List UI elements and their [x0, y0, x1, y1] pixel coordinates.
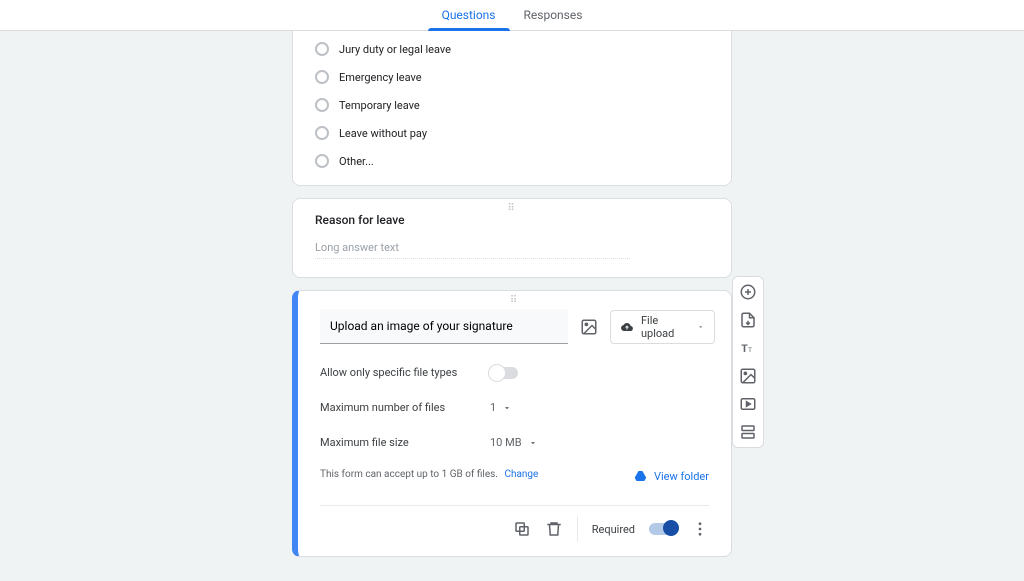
question-title: Reason for leave: [315, 213, 709, 227]
max-files-select[interactable]: 1: [490, 401, 512, 414]
tab-bar: Questions Responses: [0, 0, 1024, 31]
radio-label: Temporary leave: [339, 99, 420, 112]
view-folder-link[interactable]: View folder: [634, 469, 709, 483]
question-type-label: File upload: [641, 314, 681, 340]
add-image-icon[interactable]: [580, 317, 598, 337]
question-card-leave-type: Jury duty or legal leave Emergency leave T…: [292, 31, 732, 186]
add-title-button[interactable]: TT: [739, 339, 757, 357]
question-card-reason[interactable]: ⠿ Reason for leave Long answer text: [292, 198, 732, 278]
setting-max-size: Maximum file size 10 MB: [320, 436, 709, 449]
radio-label: Leave without pay: [339, 127, 427, 140]
setting-label: Maximum number of files: [320, 401, 490, 414]
radio-icon: [315, 42, 329, 56]
max-size-value: 10 MB: [490, 436, 522, 449]
required-label: Required: [592, 523, 635, 536]
radio-option[interactable]: Emergency leave: [315, 63, 709, 91]
add-image-button[interactable]: [739, 367, 757, 385]
drive-icon: [634, 469, 648, 483]
question-footer: Required: [320, 516, 709, 542]
divider: [320, 505, 709, 506]
allow-specific-toggle[interactable]: [490, 367, 518, 379]
caret-down-icon: [528, 438, 538, 448]
svg-text:T: T: [741, 342, 748, 355]
required-toggle[interactable]: [649, 523, 677, 535]
radio-option[interactable]: Temporary leave: [315, 91, 709, 119]
question-title-input[interactable]: [320, 309, 568, 344]
change-link[interactable]: Change: [504, 469, 538, 480]
radio-label: Jury duty or legal leave: [339, 43, 451, 56]
view-folder-label: View folder: [654, 470, 709, 483]
radio-label: Other...: [339, 155, 374, 168]
separator: [577, 516, 578, 542]
radio-label: Emergency leave: [339, 71, 422, 84]
add-video-button[interactable]: [739, 395, 757, 413]
caret-down-icon: [697, 322, 704, 332]
caret-down-icon: [502, 403, 512, 413]
side-toolbar: TT: [732, 276, 764, 448]
cloud-upload-icon: [621, 319, 633, 335]
long-answer-placeholder: Long answer text: [315, 241, 630, 259]
radio-option[interactable]: Other...: [315, 147, 709, 175]
setting-label: Maximum file size: [320, 436, 490, 449]
setting-label: Allow only specific file types: [320, 366, 490, 379]
add-section-button[interactable]: [739, 423, 757, 441]
tab-questions[interactable]: Questions: [428, 8, 510, 30]
max-files-value: 1: [490, 401, 496, 414]
question-card-upload[interactable]: ⠿ File upload Allow only specific file t…: [292, 290, 732, 557]
drag-handle-icon[interactable]: ⠿: [507, 203, 516, 214]
drag-handle-icon[interactable]: ⠿: [510, 295, 519, 306]
radio-icon: [315, 154, 329, 168]
radio-icon: [315, 98, 329, 112]
tab-responses[interactable]: Responses: [510, 8, 597, 30]
radio-icon: [315, 126, 329, 140]
form-canvas: Jury duty or legal leave Emergency leave T…: [0, 31, 1024, 581]
max-size-select[interactable]: 10 MB: [490, 436, 538, 449]
import-questions-button[interactable]: [739, 311, 757, 329]
add-question-button[interactable]: [739, 283, 757, 301]
radio-icon: [315, 70, 329, 84]
radio-option[interactable]: Leave without pay: [315, 119, 709, 147]
radio-option[interactable]: Jury duty or legal leave: [315, 35, 709, 63]
setting-max-files: Maximum number of files 1: [320, 401, 709, 414]
setting-allow-specific-types: Allow only specific file types: [320, 366, 709, 379]
svg-text:T: T: [748, 346, 752, 354]
question-type-select[interactable]: File upload: [610, 310, 715, 344]
